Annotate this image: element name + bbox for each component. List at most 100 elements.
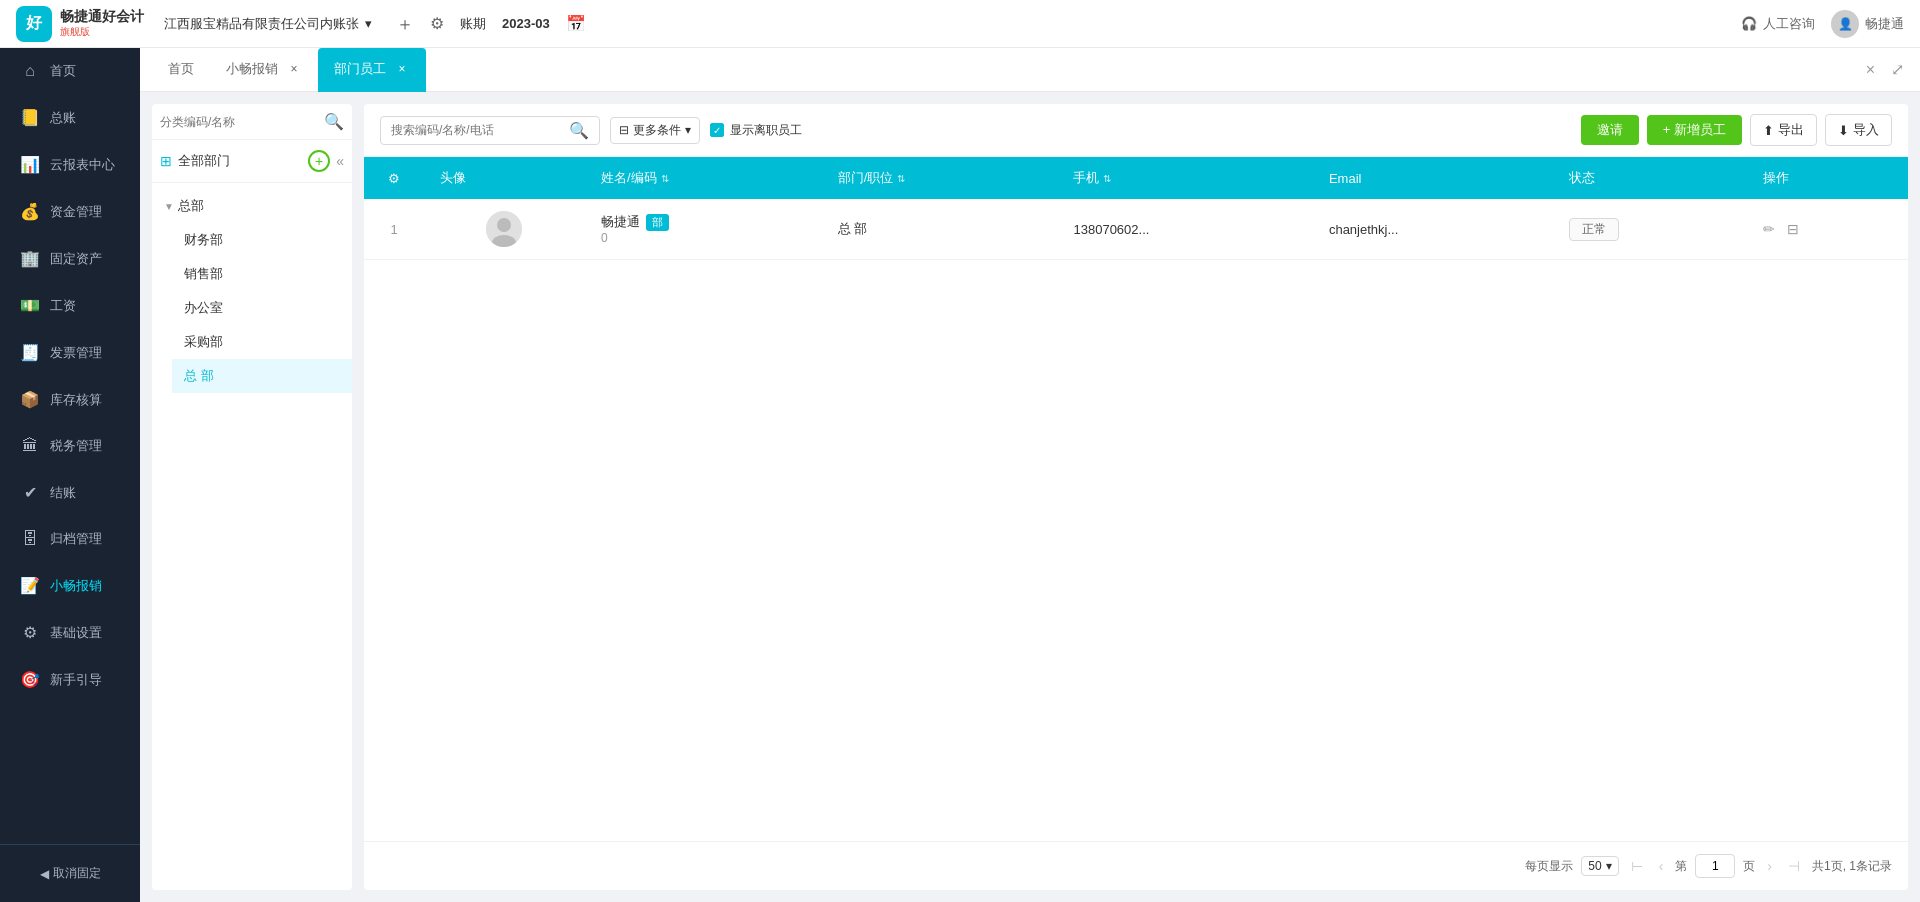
content-area: 首页 小畅报销 × 部门员工 × × ⤢ 🔍 [140, 48, 1920, 902]
add-employee-button[interactable]: + 新增员工 [1647, 115, 1742, 145]
expand-icon[interactable]: ⤢ [1887, 56, 1908, 83]
last-page-button[interactable]: ⊣ [1784, 856, 1804, 876]
sidebar-item-invoice[interactable]: 🧾 发票管理 [0, 329, 140, 376]
capital-icon: 💰 [20, 202, 40, 221]
page-size-arrow: ▾ [1606, 859, 1612, 873]
dept-item-head-label: 总 部 [184, 367, 214, 385]
top-bar-right: 🎧 人工咨询 👤 畅捷通 [1741, 10, 1904, 38]
sidebar-item-salary[interactable]: 💵 工资 [0, 282, 140, 329]
next-page-button[interactable]: › [1763, 856, 1776, 876]
dept-search-icon[interactable]: 🔍 [324, 112, 344, 131]
service-button[interactable]: 🎧 人工咨询 [1741, 15, 1815, 33]
page-content: 🔍 ⊞ 全部部门 + « ▼ 总部 [140, 92, 1920, 902]
logout-button[interactable]: ⊟ [1787, 221, 1799, 237]
sidebar-item-closing[interactable]: ✔ 结账 [0, 469, 140, 516]
employee-search-box: 🔍 [380, 116, 600, 145]
page-input[interactable] [1695, 854, 1735, 878]
employee-search-icon[interactable]: 🔍 [569, 121, 589, 140]
export-button[interactable]: ⬆ 导出 [1750, 114, 1817, 146]
toolbar-right: 邀请 + 新增员工 ⬆ 导出 ⬇ 导入 [1581, 114, 1892, 146]
sidebar-item-label: 发票管理 [50, 344, 102, 362]
tab-dept-employee-close[interactable]: × [394, 61, 410, 77]
ledger-icon: 📒 [20, 108, 40, 127]
top-bar: 好 畅捷通好会计 旗舰版 江西服宝精品有限责任公司内账张 ▾ ＋ ⚙ 账期 20… [0, 0, 1920, 48]
page-size-select[interactable]: 50 ▾ [1581, 856, 1618, 876]
page-size-value: 50 [1588, 859, 1601, 873]
employee-code: 0 [601, 231, 806, 245]
sidebar-item-capital[interactable]: 💰 资金管理 [0, 188, 140, 235]
sidebar-item-guide[interactable]: 🎯 新手引导 [0, 656, 140, 703]
show-resign-checkbox[interactable]: ✓ [710, 123, 724, 137]
invite-button[interactable]: 邀请 [1581, 115, 1639, 145]
user-name: 畅捷通 [1865, 15, 1904, 33]
company-selector[interactable]: 江西服宝精品有限责任公司内账张 ▾ [156, 11, 380, 37]
dept-group-head-label[interactable]: ▼ 总部 [152, 189, 352, 223]
th-name[interactable]: 姓名/编码 ⇅ [585, 157, 822, 199]
sidebar-item-xiaochang-report[interactable]: 📝 小畅报销 [0, 562, 140, 609]
dept-add-button[interactable]: + [308, 150, 330, 172]
sidebar-item-settings[interactable]: ⚙ 基础设置 [0, 609, 140, 656]
dept-header: ⊞ 全部部门 + « [152, 140, 352, 183]
tax-icon: 🏛 [20, 437, 40, 455]
dept-item-sales[interactable]: 销售部 [172, 257, 352, 291]
sidebar-item-reports[interactable]: 📊 云报表中心 [0, 141, 140, 188]
sidebar-item-home[interactable]: ⌂ 首页 [0, 48, 140, 94]
settings-icon[interactable]: ⚙ [430, 14, 444, 33]
sidebar-item-label: 新手引导 [50, 671, 102, 689]
prev-page-button[interactable]: ‹ [1655, 856, 1668, 876]
sort-dept-icon: ⇅ [897, 173, 905, 184]
dept-item-purchase[interactable]: 采购部 [172, 325, 352, 359]
pin-icon: ◀ [40, 867, 49, 881]
sidebar-item-label: 库存核算 [50, 391, 102, 409]
employee-panel: 🔍 ⊟ 更多条件 ▾ ✓ 显示离职员工 邀请 + 新增员工 [364, 104, 1908, 890]
sidebar-item-archive[interactable]: 🗄 归档管理 [0, 516, 140, 562]
first-page-button[interactable]: ⊢ [1627, 856, 1647, 876]
logo-icon: 好 [16, 6, 52, 42]
assets-icon: 🏢 [20, 249, 40, 268]
sidebar-item-inventory[interactable]: 📦 库存核算 [0, 376, 140, 423]
salary-icon: 💵 [20, 296, 40, 315]
company-name: 江西服宝精品有限责任公司内账张 [164, 15, 359, 33]
tab-dept-employee-label: 部门员工 [334, 60, 386, 78]
show-resign-option[interactable]: ✓ 显示离职员工 [710, 122, 802, 139]
sidebar-item-ledger[interactable]: 📒 总账 [0, 94, 140, 141]
th-dept[interactable]: 部门/职位 ⇅ [822, 157, 1058, 199]
top-bar-mid: ＋ ⚙ 账期 2023-03 📅 [396, 12, 586, 36]
row-status: 正常 [1553, 199, 1747, 260]
row-avatar [424, 199, 585, 260]
tab-home[interactable]: 首页 [152, 48, 210, 92]
row-name-cell: 畅捷通 部 0 [585, 199, 822, 260]
export-icon: ⬆ [1763, 123, 1774, 138]
tab-dept-employee[interactable]: 部门员工 × [318, 48, 426, 92]
tab-xiaochang-close[interactable]: × [286, 61, 302, 77]
dept-search-box: 🔍 [152, 104, 352, 140]
edit-button[interactable]: ✏ [1763, 221, 1775, 237]
dept-group-head: ▼ 总部 财务部 销售部 办公室 [152, 189, 352, 393]
more-filter-button[interactable]: ⊟ 更多条件 ▾ [610, 117, 700, 144]
sidebar-item-label: 资金管理 [50, 203, 102, 221]
dept-item-office[interactable]: 办公室 [172, 291, 352, 325]
close-tab-icon[interactable]: × [1862, 57, 1879, 83]
dept-collapse-icon[interactable]: « [336, 153, 344, 169]
employee-toolbar: 🔍 ⊟ 更多条件 ▾ ✓ 显示离职员工 邀请 + 新增员工 [364, 104, 1908, 157]
calendar-icon[interactable]: 📅 [566, 14, 586, 33]
row-actions: ✏ ⊟ [1747, 199, 1908, 260]
tab-xiaochang[interactable]: 小畅报销 × [210, 48, 318, 92]
cancel-pin-button[interactable]: ◀ 取消固定 [0, 857, 140, 890]
employee-name: 畅捷通 [601, 213, 640, 231]
th-phone[interactable]: 手机 ⇅ [1057, 157, 1312, 199]
cancel-pin-label: 取消固定 [53, 865, 101, 882]
dept-search-input[interactable] [160, 115, 318, 129]
sidebar-item-tax[interactable]: 🏛 税务管理 [0, 423, 140, 469]
logo-title: 畅捷通好会计 [60, 8, 144, 25]
add-tab-icon[interactable]: ＋ [396, 12, 414, 36]
import-button[interactable]: ⬇ 导入 [1825, 114, 1892, 146]
dept-all-label: 全部部门 [178, 152, 302, 170]
th-settings[interactable]: ⚙ [364, 157, 424, 199]
dept-item-finance[interactable]: 财务部 [172, 223, 352, 257]
sidebar-item-label: 固定资产 [50, 250, 102, 268]
sidebar-item-assets[interactable]: 🏢 固定资产 [0, 235, 140, 282]
employee-search-input[interactable] [391, 123, 563, 137]
user-info[interactable]: 👤 畅捷通 [1831, 10, 1904, 38]
dept-item-head[interactable]: 总 部 [172, 359, 352, 393]
